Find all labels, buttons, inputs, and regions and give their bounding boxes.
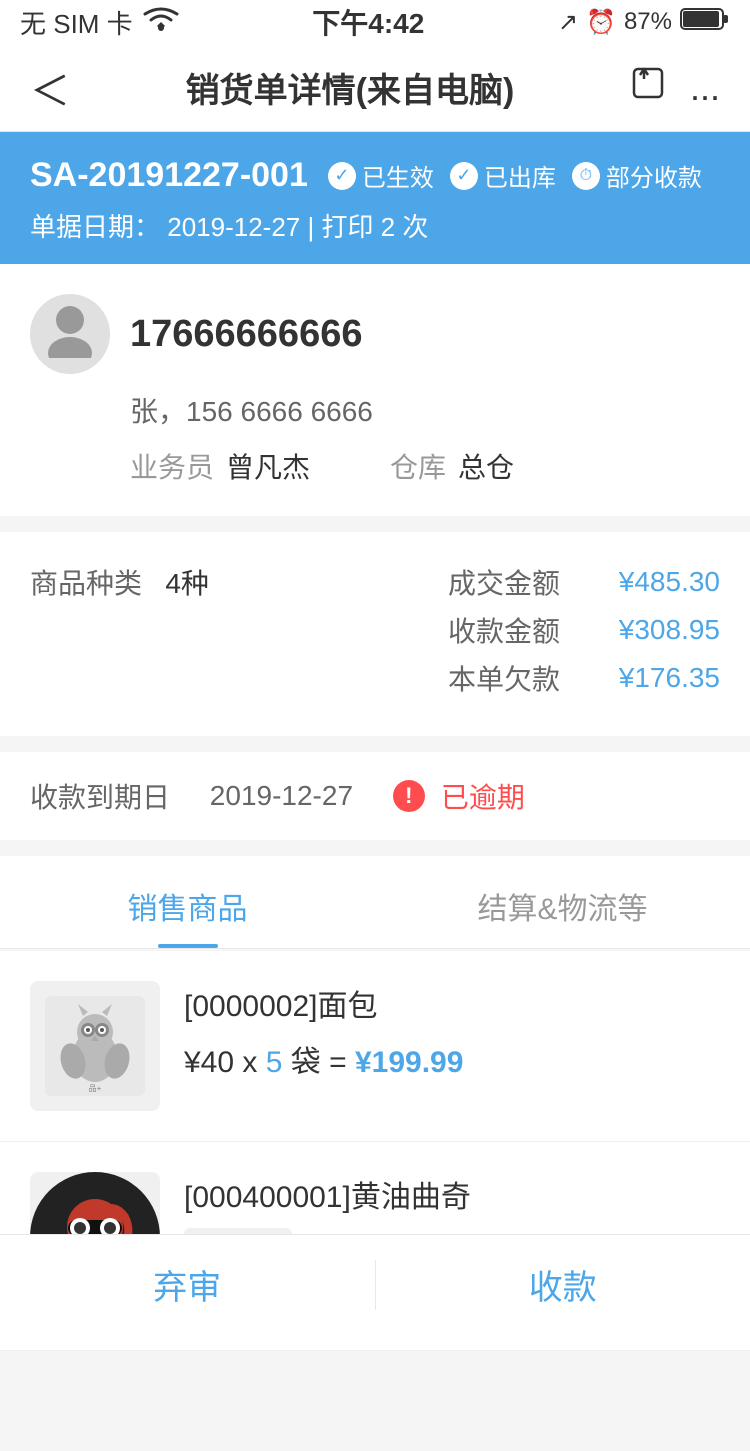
page-title: 销货单详情(来自电脑): [186, 63, 515, 112]
status-bar-left: 无 SIM 卡: [20, 4, 179, 41]
due-date-label: 收款到期日: [30, 776, 170, 816]
header-row1: SA-20191227-001 ✓ 已生效 ✓ 已出库 ⏱ 部分收款: [30, 156, 720, 195]
clock-icon: ⏱: [572, 162, 600, 190]
location-icon: ↗: [558, 8, 578, 37]
customer-meta: 业务员 曾凡杰 仓库 总仓: [30, 446, 720, 486]
print-info: | 打印 2 次: [307, 212, 428, 242]
alarm-icon: ⏰: [586, 8, 616, 37]
product-price-row-1: ¥40 x 5 袋 = ¥199.99: [184, 1037, 720, 1081]
carrier-text: 无 SIM 卡: [20, 4, 133, 41]
received-label: 收款金额: [448, 610, 560, 650]
product-qty-1: 5: [266, 1046, 283, 1079]
product-price-1: ¥40: [184, 1046, 234, 1079]
tabs-section: 销售商品 结算&物流等: [0, 856, 750, 949]
nav-actions: ...: [630, 65, 720, 110]
salesperson-value: 曾凡杰: [226, 446, 310, 486]
status-bar: 无 SIM 卡 下午4:42 ↗ ⏰ 87%: [0, 0, 750, 44]
warehouse-value: 总仓: [458, 446, 514, 486]
badge-partial-text: 部分收款: [606, 158, 702, 193]
customer-id: 17666666666: [130, 313, 362, 356]
tab-sales[interactable]: 销售商品: [0, 856, 375, 948]
overdue-text: 已逾期: [441, 776, 525, 816]
order-date: 2019-12-27: [167, 212, 300, 242]
product-eq-1: =: [329, 1046, 355, 1079]
amount-label: 成交金额: [448, 562, 560, 602]
due-date-value: 2019-12-27: [210, 780, 353, 812]
amount-row: 成交金额 ¥485.30: [448, 562, 720, 602]
salesperson-item: 业务员 曾凡杰: [130, 446, 310, 486]
more-button[interactable]: ...: [690, 67, 720, 109]
product-info-1: [0000002]面包 ¥40 x 5 袋 = ¥199.99: [184, 981, 720, 1081]
product-types-label: 商品种类: [30, 568, 142, 599]
cancel-review-button[interactable]: 弃审: [0, 1240, 375, 1329]
product-item-1: 品+ [0000002]面包 ¥40 x 5 袋 = ¥199.99: [0, 951, 750, 1142]
warehouse-item: 仓库 总仓: [390, 446, 514, 486]
amount-value: ¥485.30: [580, 566, 720, 598]
check-icon-2: ✓: [450, 162, 478, 190]
collect-payment-button[interactable]: 收款: [376, 1240, 750, 1329]
received-row: 收款金额 ¥308.95: [448, 610, 720, 650]
back-button[interactable]: ＜: [30, 59, 70, 117]
received-value: ¥308.95: [580, 614, 720, 646]
avatar: [30, 294, 110, 374]
nav-bar: ＜ 销货单详情(来自电脑) ...: [0, 44, 750, 132]
product-x-1: x: [242, 1046, 265, 1079]
tab-settlement[interactable]: 结算&物流等: [375, 856, 750, 948]
product-unit-1: 袋: [291, 1046, 321, 1079]
due-row: 本单欠款 ¥176.35: [448, 658, 720, 698]
product-name-1: [0000002]面包: [184, 981, 720, 1025]
due-label: 本单欠款: [448, 658, 560, 698]
product-thumb-1: 品+: [30, 981, 160, 1111]
overdue-icon: !: [393, 780, 425, 812]
badge-active-text: 已生效: [362, 158, 434, 193]
badge-partial: ⏱ 部分收款: [572, 158, 702, 193]
date-label: 单据日期：: [30, 212, 160, 242]
salesperson-label: 业务员: [130, 446, 214, 486]
header-row2: 单据日期： 2019-12-27 | 打印 2 次: [30, 207, 720, 244]
battery-text: 87%: [624, 8, 672, 36]
warehouse-label: 仓库: [390, 446, 446, 486]
avatar-icon: [40, 298, 100, 370]
stats-right: 成交金额 ¥485.30 收款金额 ¥308.95 本单欠款 ¥176.35: [448, 562, 720, 706]
product-name-2: [000400001]黄油曲奇: [184, 1172, 720, 1216]
status-badges: ✓ 已生效 ✓ 已出库 ⏱ 部分收款: [328, 158, 702, 193]
header-banner: SA-20191227-001 ✓ 已生效 ✓ 已出库 ⏱ 部分收款 单据日期：…: [0, 132, 750, 264]
stats-left: 商品种类 4种: [30, 562, 209, 602]
battery-icon: [680, 6, 730, 39]
svg-text:品+: 品+: [89, 1084, 102, 1093]
badge-shipped-text: 已出库: [484, 158, 556, 193]
due-value: ¥176.35: [580, 662, 720, 694]
customer-row: 17666666666: [30, 294, 720, 374]
bottom-bar: 弃审 收款: [0, 1234, 750, 1334]
customer-phone: 张，156 6666 6666: [30, 390, 720, 430]
badge-shipped: ✓ 已出库: [450, 158, 556, 193]
tab-sales-label: 销售商品: [128, 893, 248, 926]
due-section: 收款到期日 2019-12-27 ! 已逾期: [0, 752, 750, 840]
product-types-value: 4种: [165, 568, 209, 599]
tab-settlement-label: 结算&物流等: [477, 893, 647, 926]
stats-section: 商品种类 4种 成交金额 ¥485.30 收款金额 ¥308.95 本单欠款 ¥…: [0, 532, 750, 736]
share-button[interactable]: [630, 65, 666, 110]
product-total-1: ¥199.99: [355, 1046, 463, 1079]
check-icon-1: ✓: [328, 162, 356, 190]
wifi-icon: [143, 6, 179, 39]
customer-section: 17666666666 张，156 6666 6666 业务员 曾凡杰 仓库 总…: [0, 264, 750, 516]
order-id: SA-20191227-001: [30, 156, 308, 195]
tabs: 销售商品 结算&物流等: [0, 856, 750, 948]
status-bar-right: ↗ ⏰ 87%: [558, 6, 730, 39]
badge-active: ✓ 已生效: [328, 158, 434, 193]
status-time: 下午4:42: [312, 2, 424, 42]
